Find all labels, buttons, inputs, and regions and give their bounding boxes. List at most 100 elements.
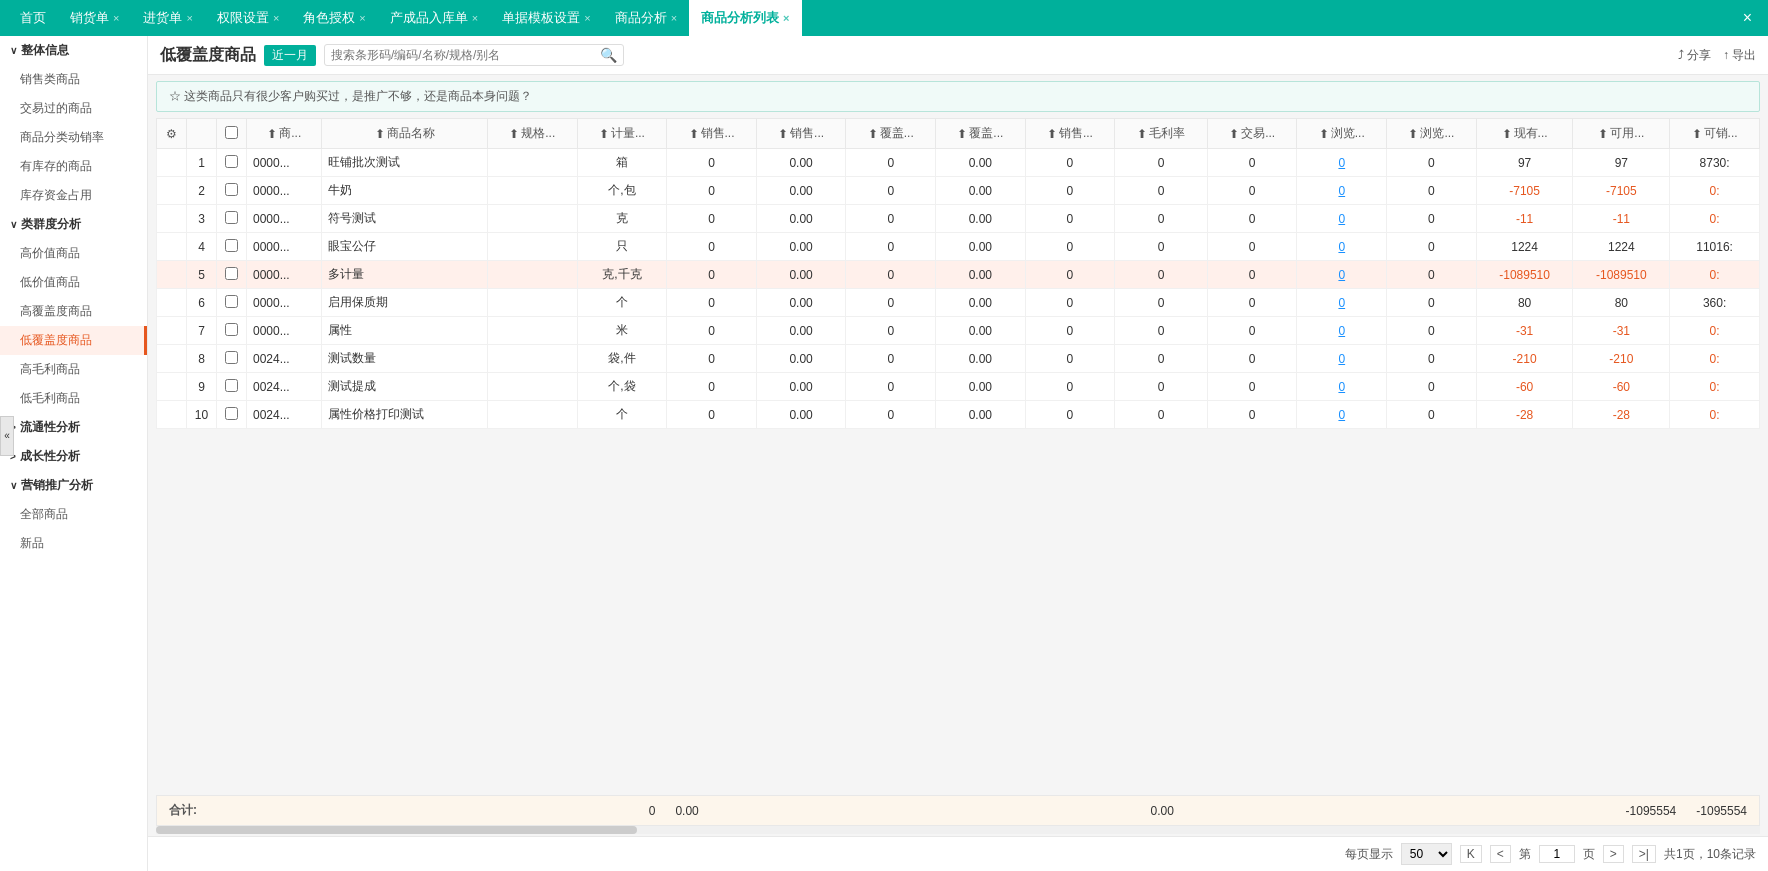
cell-browse-a[interactable]: 0 [1297, 233, 1387, 261]
col-header-gross-rate[interactable]: ⬆ 毛利率 [1115, 119, 1208, 149]
search-input[interactable] [331, 48, 600, 62]
page-input[interactable] [1539, 845, 1575, 863]
col-header-code[interactable]: ⬆ 商... [247, 119, 322, 149]
sidebar-item-high-value[interactable]: 高价值商品 [0, 239, 147, 268]
sidebar-item-stocked-goods[interactable]: 有库存的商品 [0, 152, 147, 181]
sidebar-item-high-margin[interactable]: 高毛利商品 [0, 355, 147, 384]
sidebar-item-low-margin[interactable]: 低毛利商品 [0, 384, 147, 413]
col-header-unit[interactable]: ⬆ 计量... [577, 119, 667, 149]
nav-tab-templates[interactable]: 单据模板设置 × [490, 0, 602, 36]
nav-tab-permissions[interactable]: 权限设置 × [205, 0, 291, 36]
row-checkbox[interactable] [225, 239, 238, 252]
row-checkbox[interactable] [225, 323, 238, 336]
cell-check[interactable] [217, 317, 247, 345]
nav-tab-analysis[interactable]: 商品分析 × [603, 0, 689, 36]
nav-tab-roles[interactable]: 角色授权 × [291, 0, 377, 36]
close-icon[interactable]: × [671, 12, 677, 24]
close-icon[interactable]: × [186, 12, 192, 24]
col-header-name[interactable]: ⬆ 商品名称 [322, 119, 488, 149]
export-button[interactable]: ↑ 导出 [1723, 47, 1756, 64]
cell-check[interactable] [217, 149, 247, 177]
close-icon[interactable]: × [472, 12, 478, 24]
row-checkbox[interactable] [225, 155, 238, 168]
col-header-sales-amt[interactable]: ⬆ 销售... [756, 119, 846, 149]
close-icon[interactable]: × [359, 12, 365, 24]
cell-browse-a[interactable]: 0 [1297, 149, 1387, 177]
col-header-available[interactable]: ⬆ 可用... [1573, 119, 1670, 149]
select-all-checkbox[interactable] [225, 126, 238, 139]
cell-check[interactable] [217, 345, 247, 373]
sidebar-item-category-rate[interactable]: 商品分类动销率 [0, 123, 147, 152]
sidebar-item-sales-goods[interactable]: 销售类商品 [0, 65, 147, 94]
sidebar-item-all-goods[interactable]: 全部商品 [0, 500, 147, 529]
col-header-check[interactable] [217, 119, 247, 149]
sidebar-item-traded-goods[interactable]: 交易过的商品 [0, 94, 147, 123]
cell-check[interactable] [217, 289, 247, 317]
sidebar-section-marketing[interactable]: ∨ 营销推广分析 [0, 471, 147, 500]
close-icon[interactable]: × [584, 12, 590, 24]
cell-browse-a[interactable]: 0 [1297, 289, 1387, 317]
cell-check[interactable] [217, 177, 247, 205]
nav-tab-sales[interactable]: 销货单 × [58, 0, 131, 36]
sidebar-item-new-goods[interactable]: 新品 [0, 529, 147, 558]
cell-browse-a[interactable]: 0 [1297, 205, 1387, 233]
cell-browse-a[interactable]: 0 [1297, 373, 1387, 401]
cell-trade: 0 [1207, 401, 1297, 429]
row-checkbox[interactable] [225, 211, 238, 224]
sidebar-section-cluster[interactable]: ∨ 类群度分析 [0, 210, 147, 239]
sidebar-item-stock-capital[interactable]: 库存资金占用 [0, 181, 147, 210]
row-checkbox[interactable] [225, 183, 238, 196]
cell-check[interactable] [217, 233, 247, 261]
close-icon[interactable]: × [273, 12, 279, 24]
col-header-sellable[interactable]: ⬆ 可销... [1670, 119, 1760, 149]
close-icon[interactable]: × [783, 12, 789, 24]
close-icon[interactable]: × [113, 12, 119, 24]
row-checkbox[interactable] [225, 351, 238, 364]
horizontal-scrollbar[interactable] [156, 826, 1760, 834]
prev-page-button[interactable]: < [1490, 845, 1511, 863]
col-header-current[interactable]: ⬆ 现有... [1476, 119, 1573, 149]
sidebar-section-overall[interactable]: ∨ 整体信息 [0, 36, 147, 65]
per-page-select[interactable]: 50 10 20 100 [1401, 843, 1452, 865]
col-header-settings[interactable]: ⚙ [157, 119, 187, 149]
col-header-sales-c[interactable]: ⬆ 销售... [1025, 119, 1115, 149]
sidebar-section-circulation[interactable]: > 流通性分析 [0, 413, 147, 442]
col-header-sales-qty[interactable]: ⬆ 销售... [667, 119, 757, 149]
col-header-browse-a[interactable]: ⬆ 浏览... [1297, 119, 1387, 149]
nav-tab-home[interactable]: 首页 [8, 0, 58, 36]
next-page-button[interactable]: > [1603, 845, 1624, 863]
last-page-button[interactable]: >| [1632, 845, 1656, 863]
col-header-spec[interactable]: ⬆ 规格... [487, 119, 577, 149]
cell-check[interactable] [217, 373, 247, 401]
cell-check[interactable] [217, 401, 247, 429]
cell-browse-a[interactable]: 0 [1297, 345, 1387, 373]
scrollbar-thumb[interactable] [156, 826, 637, 834]
col-header-cover-b[interactable]: ⬆ 覆盖... [936, 119, 1026, 149]
row-checkbox[interactable] [225, 267, 238, 280]
sidebar-item-low-value[interactable]: 低价值商品 [0, 268, 147, 297]
window-close-button[interactable]: × [1735, 9, 1760, 27]
cell-browse-a[interactable]: 0 [1297, 177, 1387, 205]
cell-browse-a[interactable]: 0 [1297, 261, 1387, 289]
cell-browse-a[interactable]: 0 [1297, 317, 1387, 345]
col-header-cover-a[interactable]: ⬆ 覆盖... [846, 119, 936, 149]
search-icon[interactable]: 🔍 [600, 47, 617, 63]
nav-tab-analysis-list[interactable]: 商品分析列表 × [689, 0, 801, 36]
cell-browse-a[interactable]: 0 [1297, 401, 1387, 429]
row-checkbox[interactable] [225, 379, 238, 392]
share-button[interactable]: ⤴ 分享 [1678, 47, 1711, 64]
nav-tab-warehouse[interactable]: 产成品入库单 × [378, 0, 490, 36]
col-header-trade[interactable]: ⬆ 交易... [1207, 119, 1297, 149]
first-page-button[interactable]: K [1460, 845, 1482, 863]
time-filter-button[interactable]: 近一月 [264, 45, 316, 66]
nav-tab-purchase[interactable]: 进货单 × [131, 0, 204, 36]
sidebar-item-low-coverage[interactable]: 低覆盖度商品 [0, 326, 147, 355]
row-checkbox[interactable] [225, 407, 238, 420]
sidebar-section-growth[interactable]: > 成长性分析 [0, 442, 147, 471]
row-checkbox[interactable] [225, 295, 238, 308]
cell-check[interactable] [217, 261, 247, 289]
cell-check[interactable] [217, 205, 247, 233]
sidebar-item-high-coverage[interactable]: 高覆盖度商品 [0, 297, 147, 326]
col-header-browse-b[interactable]: ⬆ 浏览... [1387, 119, 1477, 149]
sidebar-collapse-button[interactable]: « [0, 416, 14, 456]
